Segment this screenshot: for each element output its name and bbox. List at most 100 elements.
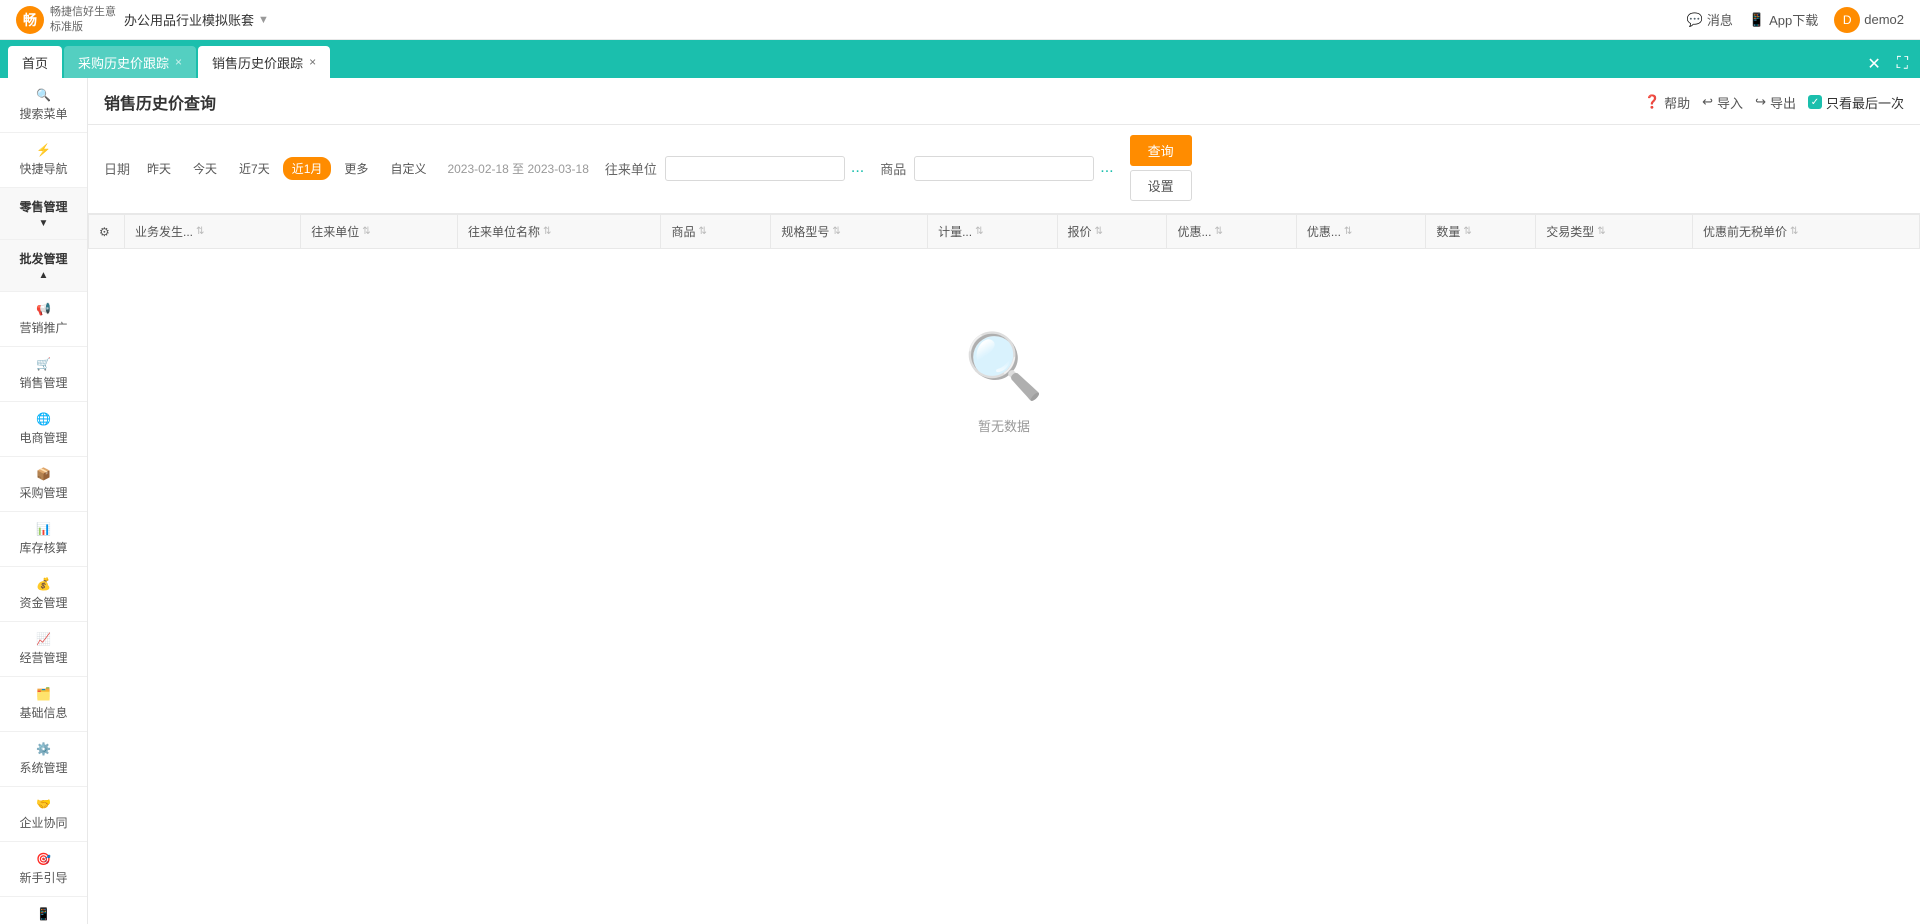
tab-bar: 首页 采购历史价跟踪 × 销售历史价跟踪 × ✕ ⛶ <box>0 40 1920 78</box>
finance-icon: 💰 <box>36 577 51 591</box>
only-last-checkbox-label[interactable]: ✓ 只看最后一次 <box>1808 93 1904 112</box>
th-partner-code[interactable]: 往来单位 ⇅ <box>301 215 458 249</box>
sidebar-item-basics[interactable]: 🗂️ 基础信息 <box>0 677 87 732</box>
sort-arrows-spec: ⇅ <box>832 226 840 237</box>
download-icon: 📱 <box>1749 12 1765 28</box>
app-title-text: 办公用品行业模拟账套 <box>124 10 254 29</box>
sidebar-item-marketing[interactable]: 📢 营销推广 <box>0 292 87 347</box>
sort-arrows-trade-type: ⇅ <box>1597 226 1605 237</box>
page-title-row: 销售历史价查询 ❓ 帮助 ↩ 导入 ↪ 导出 ✓ <box>104 90 1904 114</box>
sidebar-item-retail[interactable]: 零售管理 ▼ <box>0 188 87 240</box>
sidebar-item-guide[interactable]: 🎯 新手引导 <box>0 842 87 897</box>
sort-arrows-discount1: ⇅ <box>1214 226 1222 237</box>
help-button[interactable]: ❓ 帮助 <box>1644 93 1690 112</box>
page-actions: ❓ 帮助 ↩ 导入 ↪ 导出 ✓ 只看最后一次 <box>1644 93 1904 112</box>
sidebar-item-search[interactable]: 🔍 搜索菜单 <box>0 78 87 133</box>
date-filter-group: 日期 昨天 今天 近7天 近1月 更多 自定义 2023-02-18 至 202… <box>104 157 589 180</box>
partner-input-group: ... <box>665 156 864 181</box>
sidebar-item-wholesale[interactable]: 批发管理 ▲ <box>0 240 87 292</box>
th-unit[interactable]: 计量... ⇅ <box>928 215 1057 249</box>
sort-arrows-unit: ⇅ <box>975 226 983 237</box>
avatar: D <box>1834 7 1860 33</box>
sort-arrows-partner-name: ⇅ <box>543 226 551 237</box>
tab2-close-icon[interactable]: × <box>309 55 316 69</box>
help-label: 帮助 <box>1664 93 1690 112</box>
btn-more[interactable]: 更多 <box>335 157 377 180</box>
sidebar-item-enterprise[interactable]: 🤝 企业协同 <box>0 787 87 842</box>
filter-bar: 日期 昨天 今天 近7天 近1月 更多 自定义 2023-02-18 至 202… <box>88 125 1920 214</box>
search-icon: 🔍 <box>36 88 51 102</box>
only-last-label: 只看最后一次 <box>1826 93 1904 112</box>
partner-input[interactable] <box>665 156 845 181</box>
th-biz-date[interactable]: 业务发生... ⇅ <box>125 215 301 249</box>
sidebar-item-operations[interactable]: 📈 经营管理 <box>0 622 87 677</box>
tab-home[interactable]: 首页 <box>8 46 62 78</box>
date-filter-label: 日期 <box>104 159 130 178</box>
app-download-button[interactable]: 📱 App下载 <box>1749 10 1818 29</box>
sidebar-item-quicknav[interactable]: ⚡ 快捷导航 <box>0 133 87 188</box>
btn-custom[interactable]: 自定义 <box>381 157 435 180</box>
message-button[interactable]: 💬 消息 <box>1687 10 1733 29</box>
top-bar-left: 畅 畅捷信好生意 标准版 办公用品行业模拟账套 ▼ <box>16 5 269 34</box>
th-spec[interactable]: 规格型号 ⇅ <box>771 215 928 249</box>
export-label: 导出 <box>1770 93 1796 112</box>
user-profile[interactable]: D demo2 <box>1834 7 1904 33</box>
th-partner-name[interactable]: 往来单位名称 ⇅ <box>457 215 661 249</box>
ecommerce-icon: 🌐 <box>36 412 51 426</box>
btn-7days[interactable]: 近7天 <box>230 157 279 180</box>
appstore-icon: 📱 <box>36 907 51 921</box>
product-dots[interactable]: ... <box>1100 159 1113 177</box>
chevron-down-icon[interactable]: ▼ <box>258 14 269 26</box>
th-product[interactable]: 商品 ⇅ <box>661 215 771 249</box>
page-header: 销售历史价查询 ❓ 帮助 ↩ 导入 ↪ 导出 ✓ <box>88 78 1920 125</box>
th-quote[interactable]: 报价 ⇅ <box>1057 215 1167 249</box>
inventory-icon: 📊 <box>36 522 51 536</box>
sidebar-item-sales[interactable]: 🛒 销售管理 <box>0 347 87 402</box>
tab-bar-actions: ✕ ⛶ <box>1863 50 1912 78</box>
sidebar-item-finance[interactable]: 💰 资金管理 <box>0 567 87 622</box>
empty-state: 🔍 暂无数据 <box>88 249 1920 515</box>
th-quantity[interactable]: 数量 ⇅ <box>1426 215 1536 249</box>
tab-purchase-history[interactable]: 采购历史价跟踪 × <box>64 46 196 78</box>
btn-1month[interactable]: 近1月 <box>283 157 332 180</box>
maximize-icon[interactable]: ⛶ <box>1893 51 1912 77</box>
th-discount2[interactable]: 优惠... ⇅ <box>1296 215 1425 249</box>
tab-sales-history[interactable]: 销售历史价跟踪 × <box>198 46 330 78</box>
sort-arrows-product: ⇅ <box>698 226 706 237</box>
sidebar: 🔍 搜索菜单 ⚡ 快捷导航 零售管理 ▼ 批发管理 ▲ 📢 营销推广 🛒 销售管… <box>0 78 88 924</box>
app-download-label: App下载 <box>1769 10 1818 29</box>
th-pretax[interactable]: 优惠前无税单价 ⇅ <box>1693 215 1920 249</box>
system-icon: ⚙️ <box>36 742 51 756</box>
action-buttons: 查询 设置 <box>1130 135 1192 201</box>
import-button[interactable]: ↩ 导入 <box>1702 93 1743 112</box>
enterprise-icon: 🤝 <box>36 797 51 811</box>
partner-filter-label: 往来单位 <box>605 159 657 178</box>
th-discount1[interactable]: 优惠... ⇅ <box>1167 215 1296 249</box>
sidebar-item-inventory[interactable]: 📊 库存核算 <box>0 512 87 567</box>
th-trade-type[interactable]: 交易类型 ⇅ <box>1536 215 1693 249</box>
sidebar-item-appstore[interactable]: 📱 应用中心 <box>0 897 87 924</box>
sidebar-item-ecommerce[interactable]: 🌐 电商管理 <box>0 402 87 457</box>
sort-arrows-quantity: ⇅ <box>1463 226 1471 237</box>
gear-icon[interactable]: ⚙ <box>99 225 110 239</box>
query-button[interactable]: 查询 <box>1130 135 1192 166</box>
partner-dots[interactable]: ... <box>851 159 864 177</box>
th-gear[interactable]: ⚙ <box>89 215 125 249</box>
tab1-label: 采购历史价跟踪 <box>78 53 169 72</box>
table-area: ⚙ 业务发生... ⇅ 往来单位 ⇅ <box>88 214 1920 924</box>
empty-text: 暂无数据 <box>978 416 1030 435</box>
btn-today[interactable]: 今天 <box>184 157 226 180</box>
product-input[interactable] <box>914 156 1094 181</box>
btn-yesterday[interactable]: 昨天 <box>138 157 180 180</box>
sidebar-item-system[interactable]: ⚙️ 系统管理 <box>0 732 87 787</box>
app-title[interactable]: 办公用品行业模拟账套 ▼ <box>124 10 269 29</box>
tab1-close-icon[interactable]: × <box>175 55 182 69</box>
marketing-icon: 📢 <box>36 302 51 316</box>
sidebar-item-purchase[interactable]: 📦 采购管理 <box>0 457 87 512</box>
export-button[interactable]: ↪ 导出 <box>1755 93 1796 112</box>
settings-button[interactable]: 设置 <box>1130 170 1192 201</box>
logo-text: 畅捷信好生意 标准版 <box>50 5 116 34</box>
import-icon: ↩ <box>1702 94 1713 110</box>
operations-icon: 📈 <box>36 632 51 646</box>
close-window-icon[interactable]: ✕ <box>1863 50 1884 78</box>
